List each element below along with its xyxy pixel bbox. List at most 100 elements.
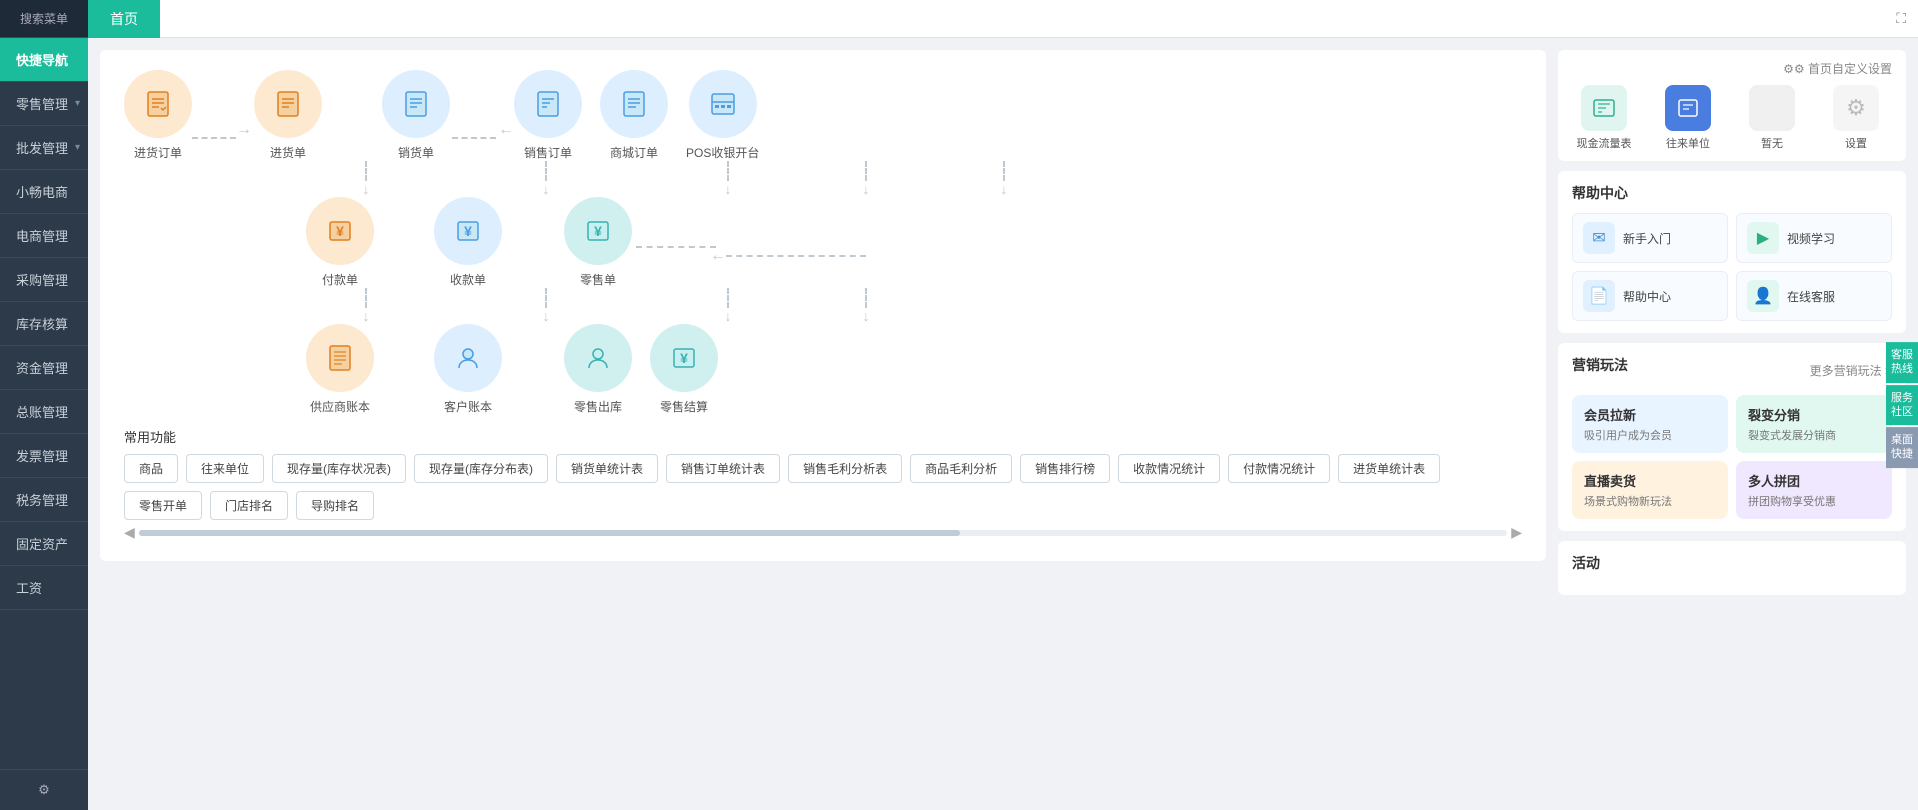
func-btn-product[interactable]: 商品 <box>124 454 178 483</box>
func-btn-store-rank[interactable]: 门店排名 <box>210 491 288 520</box>
node-retail-order[interactable]: ¥ 零售单 <box>564 197 632 288</box>
node-receipt[interactable]: ¥ 收款单 <box>434 197 502 288</box>
sidebar-settings[interactable]: ⚙ <box>0 769 88 810</box>
func-btn-receipt-stat[interactable]: 收款情况统计 <box>1118 454 1220 483</box>
float-service-community[interactable]: 服务社区 <box>1886 385 1918 426</box>
help-video[interactable]: ▶ 视频学习 <box>1736 213 1892 263</box>
supplier-account-icon[interactable] <box>306 324 374 392</box>
v-down-mall: ↓ <box>806 161 926 197</box>
v2-down-settlement: ↓ <box>806 288 926 324</box>
sidebar-item-purchase-mgmt[interactable]: 采购管理 <box>0 258 88 302</box>
float-desktop-shortcut[interactable]: 桌面快捷 <box>1886 427 1918 468</box>
qa-counterparty[interactable]: 往来单位 <box>1656 85 1720 151</box>
sales-order-icon[interactable] <box>514 70 582 138</box>
node-purchase-order[interactable]: 进货订单 <box>124 70 192 161</box>
sidebar-item-retail-mgmt[interactable]: 零售管理 ▾ <box>0 82 88 126</box>
purchase-order-label: 进货订单 <box>134 144 182 161</box>
sidebar-item-quick-nav[interactable]: 快捷导航 <box>0 38 88 82</box>
scroll-thumb <box>139 530 960 536</box>
mkt-fission[interactable]: 裂变分销 裂变式发展分销商 <box>1736 395 1892 453</box>
help-center-item[interactable]: 📄 帮助中心 <box>1572 271 1728 321</box>
sidebar-search[interactable]: 搜索菜单 <box>0 0 88 38</box>
customer-account-icon[interactable] <box>434 324 502 392</box>
sidebar-item-ecom-mgmt[interactable]: 电商管理 <box>0 214 88 258</box>
func-btn-retail-order[interactable]: 零售开单 <box>124 491 202 520</box>
sidebar-item-general-ledger[interactable]: 总账管理 <box>0 390 88 434</box>
node-mall-order[interactable]: 商城订单 <box>600 70 668 161</box>
more-marketing-link[interactable]: 更多营销玩法 > <box>1810 362 1892 379</box>
node-retail-outbound[interactable]: 零售出库 <box>564 324 632 415</box>
sidebar-item-wholesale-mgmt[interactable]: 批发管理 ▾ <box>0 126 88 170</box>
func-btn-purchase-stat[interactable]: 进货单统计表 <box>1338 454 1440 483</box>
sidebar-item-xiaochangec[interactable]: 小畅电商 <box>0 170 88 214</box>
node-pos[interactable]: POS收银开台 <box>686 70 759 161</box>
sidebar-item-label: 批发管理 <box>16 138 68 157</box>
node-customer-account[interactable]: 客户账本 <box>434 324 502 415</box>
tab-home[interactable]: 首页 <box>88 0 160 38</box>
func-btn-guide-rank[interactable]: 导购排名 <box>296 491 374 520</box>
sidebar-item-fixed-assets[interactable]: 固定资产 <box>0 522 88 566</box>
node-supplier-account[interactable]: 供应商账本 <box>306 324 374 415</box>
sidebar-item-label: 工资 <box>16 578 42 597</box>
float-service-hotline[interactable]: 客服热线 <box>1886 342 1918 383</box>
sidebar-item-invoice[interactable]: 发票管理 <box>0 434 88 478</box>
node-retail-settlement[interactable]: ¥ 零售结算 <box>650 324 718 415</box>
v-line-pos <box>1003 161 1005 181</box>
fullscreen-button[interactable]: ⛶ <box>1896 10 1906 27</box>
node-purchase-bill[interactable]: 进货单 <box>254 70 322 161</box>
settings-icon: ⚙ <box>1833 85 1879 131</box>
v2-line-payment <box>365 288 367 308</box>
retail-settlement-icon[interactable]: ¥ <box>650 324 718 392</box>
func-btn-counterparty[interactable]: 往来单位 <box>186 454 264 483</box>
scroll-track[interactable] <box>139 530 1507 536</box>
func-btn-payment-stat[interactable]: 付款情况统计 <box>1228 454 1330 483</box>
receipt-icon[interactable]: ¥ <box>434 197 502 265</box>
retail-outbound-label: 零售出库 <box>574 398 622 415</box>
arrow-down-icon4: ↓ <box>863 181 870 197</box>
qa-empty[interactable]: 暂无 <box>1740 85 1804 151</box>
func-btn-inventory-status[interactable]: 现存量(库存状况表) <box>272 454 406 483</box>
sidebar-item-inventory[interactable]: 库存核算 <box>0 302 88 346</box>
sidebar-item-label: 固定资产 <box>16 534 68 553</box>
mkt-group[interactable]: 多人拼团 拼团购物享受优惠 <box>1736 461 1892 519</box>
purchase-order-icon[interactable] <box>124 70 192 138</box>
sidebar-item-tax[interactable]: 税务管理 <box>0 478 88 522</box>
scroll-left-icon[interactable]: ◀ <box>124 524 135 541</box>
flow-diagram: 进货订单 → 进货单 <box>124 70 1522 415</box>
node-sales-bill[interactable]: 销货单 <box>382 70 450 161</box>
customize-settings[interactable]: ⚙ ⚙ 首页自定义设置 <box>1572 60 1892 77</box>
v2-line-retail <box>727 288 729 308</box>
help-beginner[interactable]: ✉ 新手入门 <box>1572 213 1728 263</box>
arrow-h1 <box>192 137 236 139</box>
retail-order-icon[interactable]: ¥ <box>564 197 632 265</box>
qa-cash-flow[interactable]: 现金流量表 <box>1572 85 1636 151</box>
mkt-member[interactable]: 会员拉新 吸引用户成为会员 <box>1572 395 1728 453</box>
help-online-service[interactable]: 👤 在线客服 <box>1736 271 1892 321</box>
func-btn-product-profit[interactable]: 商品毛利分析 <box>910 454 1012 483</box>
func-btn-sales-order-stat[interactable]: 销售订单统计表 <box>666 454 780 483</box>
sidebar-item-salary[interactable]: 工资 <box>0 566 88 610</box>
sidebar-item-label: 快捷导航 <box>16 50 68 69</box>
func-btn-sales-stat[interactable]: 销货单统计表 <box>556 454 658 483</box>
node-sales-order[interactable]: 销售订单 <box>514 70 582 161</box>
func-btn-inventory-dist[interactable]: 现存量(库存分布表) <box>414 454 548 483</box>
retail-outbound-icon[interactable] <box>564 324 632 392</box>
func-btn-sales-profit[interactable]: 销售毛利分析表 <box>788 454 902 483</box>
pos-icon[interactable] <box>689 70 757 138</box>
scroll-right-icon[interactable]: ▶ <box>1511 524 1522 541</box>
purchase-bill-icon[interactable] <box>254 70 322 138</box>
func-btn-sales-rank[interactable]: 销售排行榜 <box>1020 454 1110 483</box>
sales-bill-icon[interactable] <box>382 70 450 138</box>
svg-text:¥: ¥ <box>680 350 688 366</box>
payment-label: 付款单 <box>322 271 358 288</box>
node-payment[interactable]: ¥ 付款单 <box>306 197 374 288</box>
mall-order-icon[interactable] <box>600 70 668 138</box>
sidebar-item-finance[interactable]: 资金管理 <box>0 346 88 390</box>
arrow-down-icon5: ↓ <box>1001 181 1008 197</box>
payment-icon[interactable]: ¥ <box>306 197 374 265</box>
qa-settings[interactable]: ⚙ 设置 <box>1824 85 1888 151</box>
float-buttons: 客服热线 服务社区 桌面快捷 <box>1886 342 1918 468</box>
chevron-down-icon: ▾ <box>75 142 80 153</box>
customize-label: ⚙ 首页自定义设置 <box>1794 60 1892 77</box>
mkt-live[interactable]: 直播卖货 场景式购物新玩法 <box>1572 461 1728 519</box>
